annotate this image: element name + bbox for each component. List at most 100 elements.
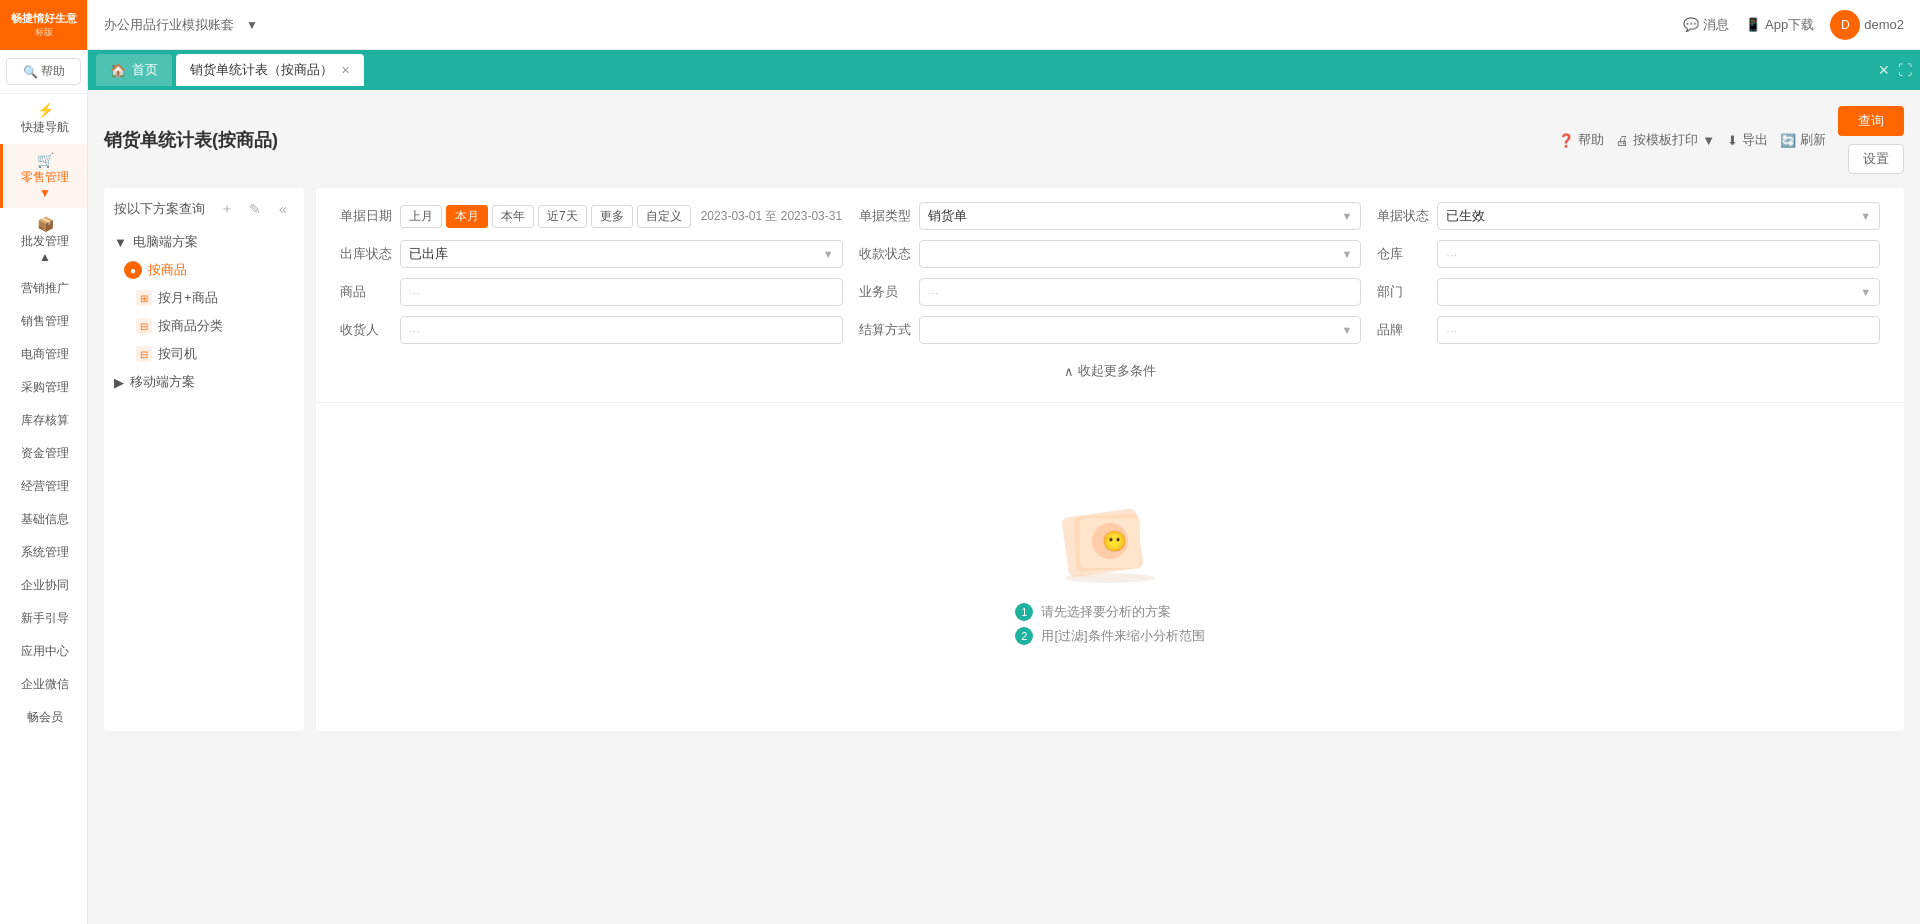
date-control: 上月 本月 本年 近7天 更多 自定义 2023-03-01 至 2023-03… <box>400 205 843 228</box>
enterprise-label: 企业协同 <box>7 577 83 594</box>
tab-close-button[interactable]: ✕ <box>341 64 350 77</box>
main-panel: 按以下方案查询 ＋ ✎ « ▼ 电脑端方案 ● 按商品 <box>104 188 1904 731</box>
tab-close-all-button[interactable]: ✕ <box>1878 62 1890 78</box>
out-status-value: 已出库 <box>409 245 448 263</box>
tree-item-month-goods[interactable]: ⊞ 按月+商品 <box>104 284 304 312</box>
add-scheme-button[interactable]: ＋ <box>216 198 238 220</box>
settlement-arrow: ▼ <box>1341 324 1352 336</box>
date-btn-7days[interactable]: 近7天 <box>538 205 587 228</box>
export-button[interactable]: ⬇ 导出 <box>1727 131 1768 149</box>
sidebar-item-enterprise[interactable]: 企业协同 <box>0 569 87 602</box>
app-download-button[interactable]: 📱 App下载 <box>1745 16 1814 34</box>
sidebar-item-inventory[interactable]: 库存核算 <box>0 404 87 437</box>
print-button[interactable]: 🖨 按模板打印 ▼ <box>1616 131 1715 149</box>
dept-select[interactable]: ▼ <box>1437 278 1880 306</box>
message-button[interactable]: 💬 消息 <box>1683 16 1729 34</box>
query-button[interactable]: 查询 <box>1838 106 1904 136</box>
warehouse-dots: ··· <box>1446 247 1457 262</box>
sidebar-item-ecommerce[interactable]: 电商管理 <box>0 338 87 371</box>
brand-label: 品牌 <box>1377 321 1437 339</box>
search-menu-button[interactable]: 🔍 帮助 <box>6 58 81 85</box>
date-btn-last-month[interactable]: 上月 <box>400 205 442 228</box>
out-status-select[interactable]: 已出库 ▼ <box>400 240 843 268</box>
sidebar-item-operations[interactable]: 经营管理 <box>0 470 87 503</box>
date-btn-this-year[interactable]: 本年 <box>492 205 534 228</box>
sidebar-item-finance[interactable]: 资金管理 <box>0 437 87 470</box>
print-icon: 🖨 <box>1616 133 1629 148</box>
tree-parent-mobile[interactable]: ▶ 移动端方案 <box>104 368 304 396</box>
filter-row-3: 商品 ··· 业务员 ··· <box>332 278 1888 306</box>
sidebar-item-quick-nav[interactable]: ⚡ 快捷导航 <box>0 94 87 144</box>
sidebar-item-wechat[interactable]: 企业微信 <box>0 668 87 701</box>
recv-status-select[interactable]: ▼ <box>919 240 1362 268</box>
sidebar-item-system[interactable]: 系统管理 <box>0 536 87 569</box>
tree-item-by-goods[interactable]: ● 按商品 <box>104 256 304 284</box>
date-range: 2023-03-01 至 2023-03-31 <box>701 208 842 225</box>
sidebar-item-purchase[interactable]: 采购管理 <box>0 371 87 404</box>
settlement-label: 结算方式 <box>859 321 919 339</box>
tab-sales-stat[interactable]: 销货单统计表（按商品） ✕ <box>176 54 364 86</box>
svg-text:😶: 😶 <box>1102 529 1127 553</box>
receiver-select[interactable]: ··· <box>400 316 843 344</box>
filter-dept: 部门 ▼ <box>1369 278 1888 306</box>
by-goods-icon: ● <box>124 261 142 279</box>
collapse-bar[interactable]: ∧ 收起更多条件 <box>332 354 1888 388</box>
tree-parent-mobile-label: 移动端方案 <box>130 373 195 391</box>
filter-row-2: 出库状态 已出库 ▼ 收款状态 ▼ <box>332 240 1888 268</box>
recv-status-arrow: ▼ <box>1341 248 1352 260</box>
date-btn-this-month[interactable]: 本月 <box>446 205 488 228</box>
empty-tips: 1 请先选择要分析的方案 2 用[过滤]条件来缩小分析范围 <box>1015 603 1204 651</box>
goods-select[interactable]: ··· <box>400 278 843 306</box>
doc-type-value: 销货单 <box>928 207 967 225</box>
sidebar-item-basic[interactable]: 基础信息 <box>0 503 87 536</box>
sidebar-item-wholesale[interactable]: 📦 批发管理 ▲ <box>0 208 87 272</box>
avatar: D <box>1830 10 1860 40</box>
app-logo: 畅捷惰好生意 标版 <box>0 0 87 50</box>
tab-fullscreen-button[interactable]: ⛶ <box>1898 62 1912 78</box>
sidebar-item-member[interactable]: 畅会员 <box>0 701 87 734</box>
dept-label: 部门 <box>1377 283 1437 301</box>
date-btn-custom[interactable]: 自定义 <box>637 205 691 228</box>
collapse-scheme-button[interactable]: « <box>272 198 294 220</box>
help-button[interactable]: ❓ 帮助 <box>1558 131 1604 149</box>
filter-out-status: 出库状态 已出库 ▼ <box>332 240 851 268</box>
basic-label: 基础信息 <box>7 511 83 528</box>
salesman-label: 业务员 <box>859 283 919 301</box>
refresh-icon: 🔄 <box>1780 133 1796 148</box>
search-area: 🔍 帮助 <box>0 50 87 94</box>
app-dropdown-button[interactable]: ▼ <box>246 18 258 32</box>
salesman-select[interactable]: ··· <box>919 278 1362 306</box>
finance-label: 资金管理 <box>7 445 83 462</box>
left-panel: 按以下方案查询 ＋ ✎ « ▼ 电脑端方案 ● 按商品 <box>104 188 304 731</box>
wholesale-arrow: ▲ <box>39 250 51 264</box>
doc-status-select[interactable]: 已生效 ▼ <box>1437 202 1880 230</box>
filter-area: 单据日期 上月 本月 本年 近7天 更多 自定义 <box>316 188 1904 403</box>
left-panel-tools: ＋ ✎ « <box>216 198 294 220</box>
sidebar-item-appcenter[interactable]: 应用中心 <box>0 635 87 668</box>
doc-type-select[interactable]: 销货单 ▼ <box>919 202 1362 230</box>
date-btn-more[interactable]: 更多 <box>591 205 633 228</box>
filter-row-4: 收货人 ··· 结算方式 ▼ <box>332 316 1888 344</box>
tree-parent-pc[interactable]: ▼ 电脑端方案 <box>104 228 304 256</box>
refresh-button[interactable]: 🔄 刷新 <box>1780 131 1826 149</box>
message-label: 消息 <box>1703 16 1729 34</box>
doc-type-arrow: ▼ <box>1341 210 1352 222</box>
search-label: 帮助 <box>41 63 65 80</box>
settlement-select[interactable]: ▼ <box>919 316 1362 344</box>
edit-scheme-button[interactable]: ✎ <box>244 198 266 220</box>
tab-home[interactable]: 🏠 首页 <box>96 54 172 86</box>
user-menu[interactable]: D demo2 <box>1830 10 1904 40</box>
warehouse-select[interactable]: ··· <box>1437 240 1880 268</box>
brand-select[interactable]: ··· <box>1437 316 1880 344</box>
setting-button[interactable]: 设置 <box>1848 144 1904 174</box>
sidebar-item-marketing[interactable]: 营销推广 <box>0 272 87 305</box>
sidebar-item-sales[interactable]: 销售管理 <box>0 305 87 338</box>
tree-item-goods-cat[interactable]: ⊟ 按商品分类 <box>104 312 304 340</box>
tree-item-driver[interactable]: ⊟ 按司机 <box>104 340 304 368</box>
sidebar-item-retail[interactable]: 🛒 零售管理 ▼ <box>0 144 87 208</box>
brand-dots: ··· <box>1446 323 1457 338</box>
appcenter-label: 应用中心 <box>7 643 83 660</box>
filter-goods: 商品 ··· <box>332 278 851 306</box>
sidebar-item-newbie[interactable]: 新手引导 <box>0 602 87 635</box>
header-actions: 💬 消息 📱 App下载 D demo2 <box>1683 10 1904 40</box>
